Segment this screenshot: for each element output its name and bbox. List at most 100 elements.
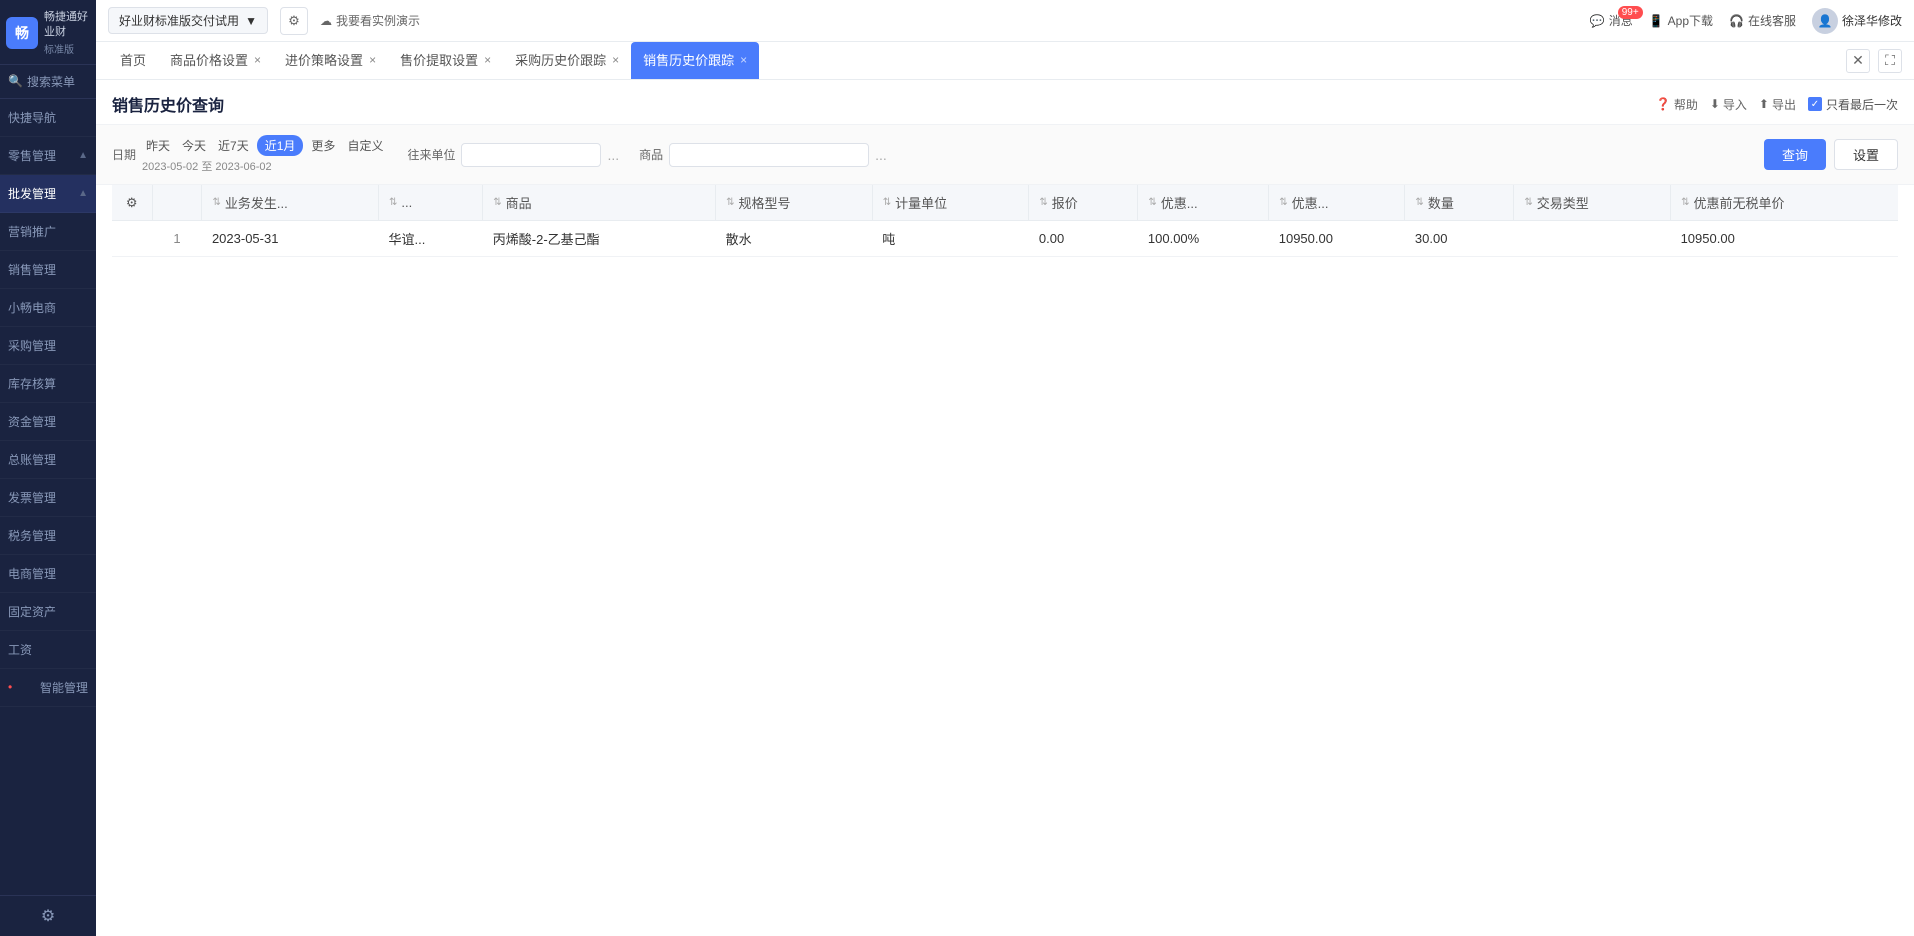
sidebar-item-ecommerce-small[interactable]: 小畅电商 [0, 289, 96, 327]
row-trade-type [1514, 221, 1671, 257]
sidebar-item-purchase-mgmt[interactable]: 采购管理 [0, 327, 96, 365]
sidebar-item-fund-mgmt[interactable]: 资金管理 [0, 403, 96, 441]
row-pretax-price: 10950.00 [1671, 221, 1898, 257]
sidebar-item-retail-mgmt[interactable]: 零售管理 ▲ [0, 137, 96, 175]
sidebar-item-tax-mgmt[interactable]: 税务管理 [0, 517, 96, 555]
col-discount2[interactable]: ⇅ 优惠... [1269, 185, 1405, 221]
tab-close-price-strategy[interactable]: × [369, 53, 376, 67]
chevron-down-icon: ▲ [78, 188, 88, 199]
app-download-button[interactable]: 📱 App下载 [1649, 12, 1713, 29]
export-icon: ⬆ [1759, 97, 1769, 111]
sidebar-item-invoice-mgmt[interactable]: 发票管理 [0, 479, 96, 517]
tab-product-price[interactable]: 商品价格设置 × [158, 42, 273, 80]
tab-price-extract[interactable]: 售价提取设置 × [388, 42, 503, 80]
sidebar-item-ecommerce-mgmt[interactable]: 电商管理 [0, 555, 96, 593]
tab-purchase-history[interactable]: 采购历史价跟踪 × [503, 42, 631, 80]
tabbar: 首页 商品价格设置 × 进价策略设置 × 售价提取设置 × 采购历史价跟踪 × … [96, 42, 1914, 80]
message-button[interactable]: 💬 消息 99+ [1590, 12, 1633, 29]
app-icon: 📱 [1649, 14, 1664, 28]
topbar-actions: 💬 消息 99+ 📱 App下载 🎧 在线客服 👤 徐泽华修改 [1590, 8, 1902, 34]
col-qty[interactable]: ⇅ 数量 [1405, 185, 1514, 221]
sidebar-item-inventory-mgmt[interactable]: 库存核算 [0, 365, 96, 403]
tab-price-strategy[interactable]: 进价策略设置 × [273, 42, 388, 80]
product-dots[interactable]: ... [875, 147, 887, 163]
demo-button[interactable]: ☁ 我要看实例演示 [320, 12, 420, 29]
sidebar-logo: 畅 畅捷通好业财 标准版 [0, 0, 96, 65]
source-unit-input[interactable] [461, 143, 601, 167]
source-unit-label: 往来单位 [407, 146, 455, 163]
export-link[interactable]: ⬆ 导出 [1759, 96, 1796, 113]
col-biz-date[interactable]: ⇅ 业务发生... [202, 185, 379, 221]
page-header-actions: ❓ 帮助 ⬇ 导入 ⬆ 导出 ✓ 只看最后一次 [1656, 96, 1898, 113]
sort-icon-more: ⇅ [389, 197, 397, 208]
online-service-button[interactable]: 🎧 在线客服 [1729, 12, 1796, 29]
tab-close-product-price[interactable]: × [254, 53, 261, 67]
sort-icon-qty: ⇅ [1415, 197, 1423, 208]
col-gear[interactable]: ⚙ [112, 185, 152, 221]
tab-close-purchase-history[interactable]: × [612, 53, 619, 67]
sidebar-item-payroll[interactable]: 工资 [0, 631, 96, 669]
sidebar-item-general-ledger[interactable]: 总账管理 [0, 441, 96, 479]
sidebar-item-sales-mgmt[interactable]: 销售管理 [0, 251, 96, 289]
tab-close-sales-history[interactable]: × [740, 53, 747, 67]
sidebar-search[interactable]: 🔍 搜索菜单 [0, 65, 96, 99]
row-more: 华谊... [379, 221, 483, 257]
date-option-today[interactable]: 今天 [178, 135, 210, 156]
sidebar-item-wholesale-mgmt[interactable]: 批发管理 ▲ [0, 175, 96, 213]
col-more[interactable]: ⇅ ... [379, 185, 483, 221]
date-option-more[interactable]: 更多 [307, 135, 339, 156]
topbar-settings-button[interactable]: ⚙ [280, 7, 308, 35]
sidebar-item-quicknav[interactable]: 快捷导航 [0, 99, 96, 137]
date-option-last1m[interactable]: 近1月 [257, 135, 304, 156]
table-settings-icon: ⚙ [126, 195, 138, 210]
query-button[interactable]: 查询 [1764, 139, 1826, 170]
col-spec[interactable]: ⇅ 规格型号 [716, 185, 873, 221]
only-last-checkbox[interactable]: ✓ [1808, 97, 1822, 111]
settings-button[interactable]: 设置 [1834, 139, 1898, 170]
table-body: 1 2023-05-31 华谊... 丙烯酸-2-乙基己酯 散水 吨 0.00 … [112, 221, 1898, 257]
tab-home[interactable]: 首页 [108, 42, 158, 80]
settings-icon[interactable]: ⚙ [41, 906, 55, 926]
row-unit: 吨 [872, 221, 1029, 257]
tab-close-price-extract[interactable]: × [484, 53, 491, 67]
source-unit-filter-group: 往来单位 ... [407, 143, 619, 167]
logo-text: 畅捷通好业财 标准版 [44, 10, 90, 56]
sidebar-item-smart-mgmt[interactable]: 智能管理 [0, 669, 96, 707]
sidebar-item-mkt-promo[interactable]: 营销推广 [0, 213, 96, 251]
col-pretax-price[interactable]: ⇅ 优惠前无税单价 [1671, 185, 1898, 221]
row-qty: 30.00 [1405, 221, 1514, 257]
user-menu-button[interactable]: 👤 徐泽华修改 [1812, 8, 1902, 34]
col-trade-type[interactable]: ⇅ 交易类型 [1514, 185, 1671, 221]
version-select[interactable]: 好业财标准版交付试用 ▼ [108, 7, 268, 34]
message-icon: 💬 [1590, 14, 1605, 28]
window-expand-button[interactable]: ⛶ [1878, 49, 1902, 73]
gear-icon: ⚙ [288, 13, 300, 29]
col-product[interactable]: ⇅ 商品 [483, 185, 716, 221]
product-input[interactable] [669, 143, 869, 167]
source-unit-dots[interactable]: ... [607, 147, 619, 163]
message-badge: 99+ [1618, 6, 1643, 19]
row-product: 丙烯酸-2-乙基己酯 [483, 221, 716, 257]
date-range-display: 2023-05-02 至 2023-06-02 [142, 158, 387, 174]
col-num [152, 185, 202, 221]
tab-sales-history[interactable]: 销售历史价跟踪 × [631, 42, 759, 80]
import-link[interactable]: ⬇ 导入 [1710, 96, 1747, 113]
date-option-last7[interactable]: 近7天 [214, 135, 253, 156]
source-unit-input-group: ... [461, 143, 619, 167]
col-price[interactable]: ⇅ 报价 [1029, 185, 1138, 221]
table-row: 1 2023-05-31 华谊... 丙烯酸-2-乙基己酯 散水 吨 0.00 … [112, 221, 1898, 257]
date-label: 日期 [112, 146, 136, 163]
only-last-checkbox-label[interactable]: ✓ 只看最后一次 [1808, 96, 1898, 113]
date-options-block: 昨天 今天 近7天 近1月 更多 自定义 2023-05-02 至 2023-0… [142, 135, 387, 174]
table-container: ⚙ ⇅ 业务发生... ⇅ [96, 185, 1914, 273]
col-unit[interactable]: ⇅ 计量单位 [872, 185, 1029, 221]
date-option-yesterday[interactable]: 昨天 [142, 135, 174, 156]
product-filter-group: 商品 ... [639, 143, 887, 167]
window-close-button[interactable]: ✕ [1846, 49, 1870, 73]
sidebar-item-fixed-assets[interactable]: 固定资产 [0, 593, 96, 631]
sort-icon-discount2: ⇅ [1279, 197, 1287, 208]
col-discount1[interactable]: ⇅ 优惠... [1138, 185, 1269, 221]
dropdown-icon: ▼ [245, 14, 257, 28]
date-option-custom[interactable]: 自定义 [343, 135, 387, 156]
help-link[interactable]: ❓ 帮助 [1656, 96, 1698, 113]
